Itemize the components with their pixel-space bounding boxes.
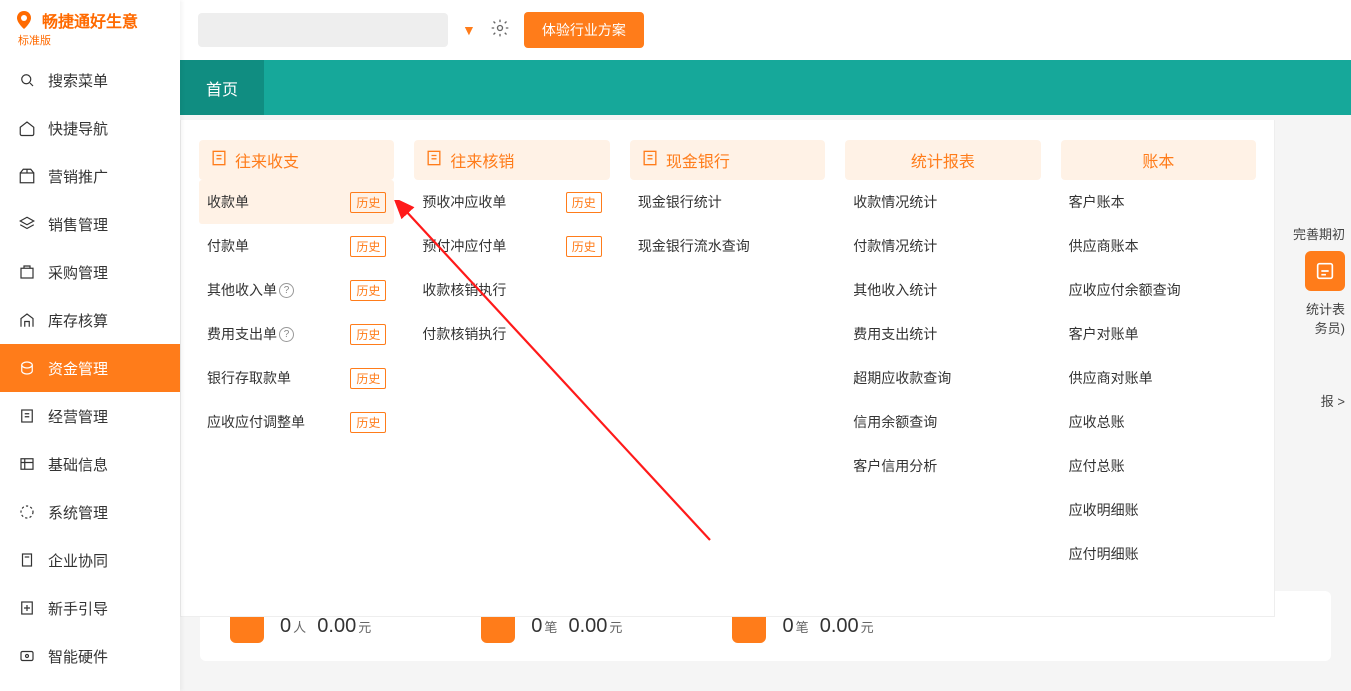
mega-item[interactable]: 应付总账 [1061,444,1256,488]
history-link[interactable]: 历史 [350,412,386,433]
try-plan-button[interactable]: 体验行业方案 [524,12,644,48]
mega-item[interactable]: 应收明细账 [1061,488,1256,532]
history-link[interactable]: 历史 [566,236,602,257]
mega-item[interactable]: 超期应收款查询 [845,356,1040,400]
mega-item[interactable]: 应付明细账 [1061,532,1256,576]
right-panel: 完善期初 统计表 务员) 报 > [1271,170,1351,410]
sidebar-icon-0 [18,71,36,89]
mega-item[interactable]: 费用支出统计 [845,312,1040,356]
brand-icon [12,8,36,32]
brand: 畅捷通好生意 [0,0,180,32]
mega-col-head-2: 现金银行 [630,140,825,180]
topbar: ▼ 体验行业方案 [180,0,1351,60]
mega-item[interactable]: 信用余额查询 [845,400,1040,444]
sidebar-icon-2 [18,167,36,185]
mega-item[interactable]: 其他收入统计 [845,268,1040,312]
right-text-2a: 统计表 [1271,299,1345,318]
history-link[interactable]: 历史 [350,324,386,345]
mega-item[interactable]: 现金银行统计 [630,180,825,224]
sidebar-item-12[interactable]: 智能硬件 [0,632,180,680]
funds-mega-menu: 往来收支收款单历史付款单历史其他收入单?历史费用支出单?历史银行存取款单历史应收… [180,120,1275,617]
sidebar-icon-10 [18,551,36,569]
sidebar-icon-12 [18,647,36,665]
history-link[interactable]: 历史 [350,368,386,389]
mega-item[interactable]: 应收总账 [1061,400,1256,444]
chevron-down-icon[interactable]: ▼ [462,22,476,38]
doc-icon [209,148,229,173]
sidebar: 畅捷通好生意 标准版 搜索菜单快捷导航营销推广销售管理采购管理库存核算资金管理经… [0,0,180,691]
sidebar-item-6[interactable]: 资金管理 [0,344,180,392]
sidebar-icon-3 [18,215,36,233]
mega-item[interactable]: 付款单历史 [199,224,394,268]
mega-item[interactable]: 现金银行流水查询 [630,224,825,268]
mega-item[interactable]: 付款情况统计 [845,224,1040,268]
gear-icon[interactable] [490,18,510,43]
right-text-3[interactable]: 报 > [1271,391,1345,410]
mega-item[interactable]: 其他收入单?历史 [199,268,394,312]
doc-icon [424,148,444,173]
sidebar-item-2[interactable]: 营销推广 [0,152,180,200]
right-text-1: 完善期初 [1271,224,1345,243]
mega-item[interactable]: 收款情况统计 [845,180,1040,224]
sidebar-item-0[interactable]: 搜索菜单 [0,56,180,104]
sidebar-icon-9 [18,503,36,521]
mega-col-head-0: 往来收支 [199,140,394,180]
doc-icon [640,148,660,173]
brand-edition: 标准版 [0,32,180,56]
mega-col-head-3: 统计报表 [845,140,1040,180]
sidebar-icon-7 [18,407,36,425]
mega-item[interactable]: 应收应付调整单历史 [199,400,394,444]
sidebar-icon-1 [18,119,36,137]
mega-item[interactable]: 客户账本 [1061,180,1256,224]
mega-item[interactable]: 客户对账单 [1061,312,1256,356]
sidebar-item-1[interactable]: 快捷导航 [0,104,180,152]
mega-item[interactable]: 银行存取款单历史 [199,356,394,400]
sidebar-icon-5 [18,311,36,329]
sidebar-item-3[interactable]: 销售管理 [0,200,180,248]
history-link[interactable]: 历史 [350,192,386,213]
right-text-2b: 务员) [1271,318,1345,337]
sidebar-icon-8 [18,455,36,473]
sidebar-icon-11 [18,599,36,617]
mega-item[interactable]: 预付冲应付单历史 [414,224,609,268]
sidebar-item-7[interactable]: 经营管理 [0,392,180,440]
mega-item[interactable]: 预收冲应收单历史 [414,180,609,224]
sidebar-item-5[interactable]: 库存核算 [0,296,180,344]
mega-col-head-4: 账本 [1061,140,1256,180]
sidebar-item-9[interactable]: 系统管理 [0,488,180,536]
org-selector[interactable] [198,13,448,47]
history-link[interactable]: 历史 [350,280,386,301]
mega-item[interactable]: 收款核销执行 [414,268,609,312]
mega-col-head-1: 往来核销 [414,140,609,180]
sidebar-item-11[interactable]: 新手引导 [0,584,180,632]
tab-home[interactable]: 首页 [180,60,264,115]
mega-item[interactable]: 费用支出单?历史 [199,312,394,356]
mega-item[interactable]: 客户信用分析 [845,444,1040,488]
stats-icon[interactable] [1305,251,1345,291]
help-icon[interactable]: ? [279,283,294,298]
brand-name: 畅捷通好生意 [42,8,138,32]
sidebar-item-4[interactable]: 采购管理 [0,248,180,296]
sidebar-item-8[interactable]: 基础信息 [0,440,180,488]
mega-item[interactable]: 收款单历史 [199,180,394,224]
mega-item[interactable]: 供应商账本 [1061,224,1256,268]
history-link[interactable]: 历史 [350,236,386,257]
sidebar-icon-6 [18,359,36,377]
sidebar-item-10[interactable]: 企业协同 [0,536,180,584]
history-link[interactable]: 历史 [566,192,602,213]
help-icon[interactable]: ? [279,327,294,342]
tabbar: 首页 [180,60,1351,115]
sidebar-icon-4 [18,263,36,281]
mega-item[interactable]: 供应商对账单 [1061,356,1256,400]
mega-item[interactable]: 应收应付余额查询 [1061,268,1256,312]
mega-item[interactable]: 付款核销执行 [414,312,609,356]
